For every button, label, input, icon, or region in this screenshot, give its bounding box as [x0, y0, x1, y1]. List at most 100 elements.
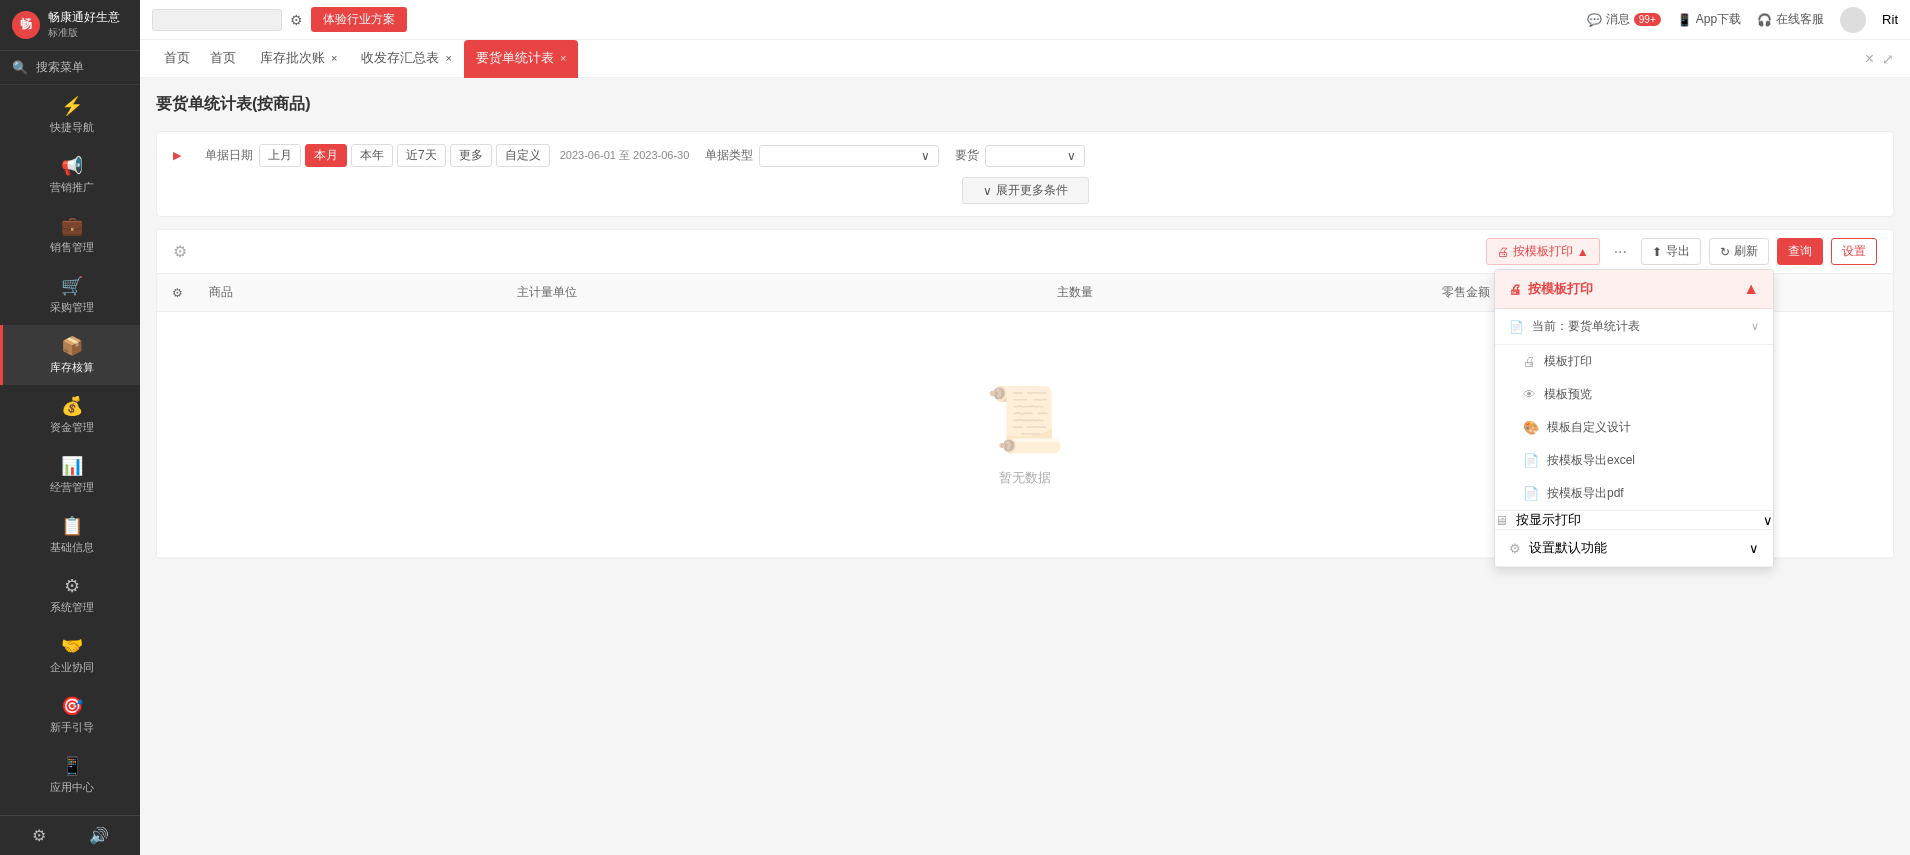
toolbar-more-icon[interactable]: ··· — [1608, 241, 1633, 263]
table-section: ⚙ 🖨 按模板打印 ▲ ··· ⬆ 导出 — [156, 229, 1894, 559]
print-current-left: 📄 当前：要货单统计表 — [1509, 318, 1640, 335]
sidebar-item-inventory[interactable]: 📦 库存核算 — [0, 325, 140, 385]
print-sub-label-template-print: 模板打印 — [1544, 353, 1592, 370]
sidebar-search[interactable]: 🔍 搜索菜单 — [0, 51, 140, 85]
message-item[interactable]: 💬 消息 99+ — [1587, 11, 1661, 28]
print-default-section: ⚙ 设置默认功能 ∨ — [1495, 530, 1773, 567]
print-sub-icon-template-preview: 👁 — [1523, 387, 1536, 402]
print-sub-item-template-export-excel[interactable]: 📄 按模板导出excel — [1495, 444, 1773, 477]
print-current-icon: 📄 — [1509, 320, 1524, 334]
date-btn-custom[interactable]: 自定义 — [496, 144, 550, 167]
topbar-gear-icon[interactable]: ⚙ — [290, 12, 303, 28]
tab-home[interactable]: 首页 — [156, 40, 198, 78]
tab-inventory-batch[interactable]: 库存批次账 × — [248, 40, 349, 78]
filter-expand-btn[interactable]: ▶ — [173, 149, 181, 162]
th-quantity: 主数量 — [1045, 274, 1430, 312]
print-current-item[interactable]: 📄 当前：要货单统计表 ∨ — [1495, 309, 1773, 344]
print-sub-item-template-design[interactable]: 🎨 模板自定义设计 — [1495, 411, 1773, 444]
print-display-header[interactable]: 🖥 按显示打印 ∨ — [1495, 511, 1773, 529]
expand-more-btn[interactable]: ∨ 展开更多条件 — [962, 177, 1089, 204]
print-sub-icon-template-export-pdf: 📄 — [1523, 486, 1539, 501]
date-label: 单据日期 — [205, 147, 253, 164]
query-btn[interactable]: 查询 — [1777, 238, 1823, 265]
tab-home[interactable]: 首页 — [198, 40, 248, 78]
print-sub-item-template-export-pdf[interactable]: 📄 按模板导出pdf — [1495, 477, 1773, 510]
nav-label-finance: 资金管理 — [50, 420, 94, 435]
window-expand-icon[interactable]: ⤢ — [1882, 51, 1894, 67]
nav-label-system: 系统管理 — [50, 600, 94, 615]
nav-label-purchase: 采购管理 — [50, 300, 94, 315]
sidebar-item-system[interactable]: ⚙ 系统管理 — [0, 565, 140, 625]
sidebar-item-guide[interactable]: 🎯 新手引导 — [0, 685, 140, 745]
print-dropdown-close[interactable]: ▲ — [1743, 280, 1759, 298]
export-label: 导出 — [1666, 243, 1690, 260]
expand-more-icon: ∨ — [983, 184, 992, 198]
print-header-icon: 🖨 — [1509, 282, 1522, 297]
tab-label-inventory-batch: 库存批次账 — [260, 49, 325, 67]
refresh-btn[interactable]: ↻ 刷新 — [1709, 238, 1769, 265]
date-filter: 单据日期 上月本月本年近7天更多自定义 2023-06-01 至 2023-06… — [205, 144, 689, 167]
date-btn-current-month[interactable]: 本月 — [305, 144, 347, 167]
headset-icon: 🎧 — [1757, 13, 1772, 27]
app-download-item[interactable]: 📱 App下载 — [1677, 11, 1741, 28]
sidebar-item-basic[interactable]: 📋 基础信息 — [0, 505, 140, 565]
main-area: ⚙ 体验行业方案 💬 消息 99+ 📱 App下载 🎧 在线客服 Rit 首页 … — [140, 0, 1910, 855]
gear-config-icon[interactable]: ⚙ — [173, 242, 187, 261]
speaker-bottom-icon[interactable]: 🔊 — [89, 826, 109, 845]
sidebar-item-app-center[interactable]: 📱 应用中心 — [0, 745, 140, 805]
date-btn-last7days[interactable]: 近7天 — [397, 144, 446, 167]
empty-icon: 📜 — [985, 382, 1065, 457]
order-type-select[interactable]: ∨ — [985, 145, 1085, 167]
sidebar-item-operation[interactable]: 📊 经营管理 — [0, 445, 140, 505]
trial-btn[interactable]: 体验行业方案 — [311, 7, 407, 32]
print-dropdown: 🖨 按模板打印 ▲ 📄 当前：要货单统计表 ∨ — [1494, 269, 1774, 568]
window-close-icon[interactable]: × — [1865, 50, 1874, 68]
print-sub-icon-template-print: 🖨 — [1523, 354, 1536, 369]
online-service-item[interactable]: 🎧 在线客服 — [1757, 11, 1824, 28]
th-settings[interactable]: ⚙ — [157, 274, 197, 312]
sidebar-item-sales[interactable]: 💼 销售管理 — [0, 205, 140, 265]
online-service-label: 在线客服 — [1776, 11, 1824, 28]
avatar[interactable] — [1840, 7, 1866, 33]
sidebar-item-finance[interactable]: 💰 资金管理 — [0, 385, 140, 445]
tab-label-order-stats: 要货单统计表 — [476, 49, 554, 67]
th-product: 商品 — [197, 274, 505, 312]
tab-receipt-summary[interactable]: 收发存汇总表 × — [349, 40, 463, 78]
tab-close-receipt-summary[interactable]: × — [445, 52, 451, 64]
empty-text: 暂无数据 — [999, 469, 1051, 487]
type-select[interactable]: ∨ — [759, 145, 939, 167]
settings-btn[interactable]: 设置 — [1831, 238, 1877, 265]
type-filter: 单据类型 ∨ — [705, 145, 939, 167]
sidebar-item-marketing[interactable]: 📢 营销推广 — [0, 145, 140, 205]
date-btn-prev-month[interactable]: 上月 — [259, 144, 301, 167]
date-btn-more[interactable]: 更多 — [450, 144, 492, 167]
print-sub-item-template-preview[interactable]: 👁 模板预览 — [1495, 378, 1773, 411]
refresh-icon: ↻ — [1720, 245, 1730, 259]
settings-bottom-icon[interactable]: ⚙ — [32, 826, 46, 845]
sidebar-search-label: 搜索菜单 — [36, 59, 84, 76]
sidebar-item-wechat[interactable]: 💬 企业微信 — [0, 805, 140, 815]
print-default-header[interactable]: ⚙ 设置默认功能 ∨ — [1495, 530, 1773, 566]
sidebar-item-collab[interactable]: 🤝 企业协同 — [0, 625, 140, 685]
order-type-label: 要货 — [955, 147, 979, 164]
print-default-label: 设置默认功能 — [1529, 539, 1607, 557]
nav-label-guide: 新手引导 — [50, 720, 94, 735]
tab-order-stats[interactable]: 要货单统计表 × — [464, 40, 578, 78]
search-icon: 🔍 — [12, 60, 28, 75]
search-input[interactable] — [152, 9, 282, 31]
sidebar-item-purchase[interactable]: 🛒 采购管理 — [0, 265, 140, 325]
print-template-btn[interactable]: 🖨 按模板打印 ▲ — [1486, 238, 1600, 265]
tab-close-inventory-batch[interactable]: × — [331, 52, 337, 64]
tab-close-order-stats[interactable]: × — [560, 52, 566, 64]
print-sub-item-template-print[interactable]: 🖨 模板打印 — [1495, 345, 1773, 378]
export-btn[interactable]: ⬆ 导出 — [1641, 238, 1701, 265]
tab-label-receipt-summary: 收发存汇总表 — [361, 49, 439, 67]
date-btn-current-year[interactable]: 本年 — [351, 144, 393, 167]
nav-icon-basic: 📋 — [61, 515, 83, 537]
sidebar-item-quick-nav[interactable]: ⚡ 快捷导航 — [0, 85, 140, 145]
print-sub-label-template-export-pdf: 按模板导出pdf — [1547, 485, 1624, 502]
print-sub-label-template-export-excel: 按模板导出excel — [1547, 452, 1635, 469]
message-badge: 99+ — [1634, 13, 1661, 26]
print-sub-label-template-preview: 模板预览 — [1544, 386, 1592, 403]
print-default-left: ⚙ 设置默认功能 — [1509, 539, 1607, 557]
